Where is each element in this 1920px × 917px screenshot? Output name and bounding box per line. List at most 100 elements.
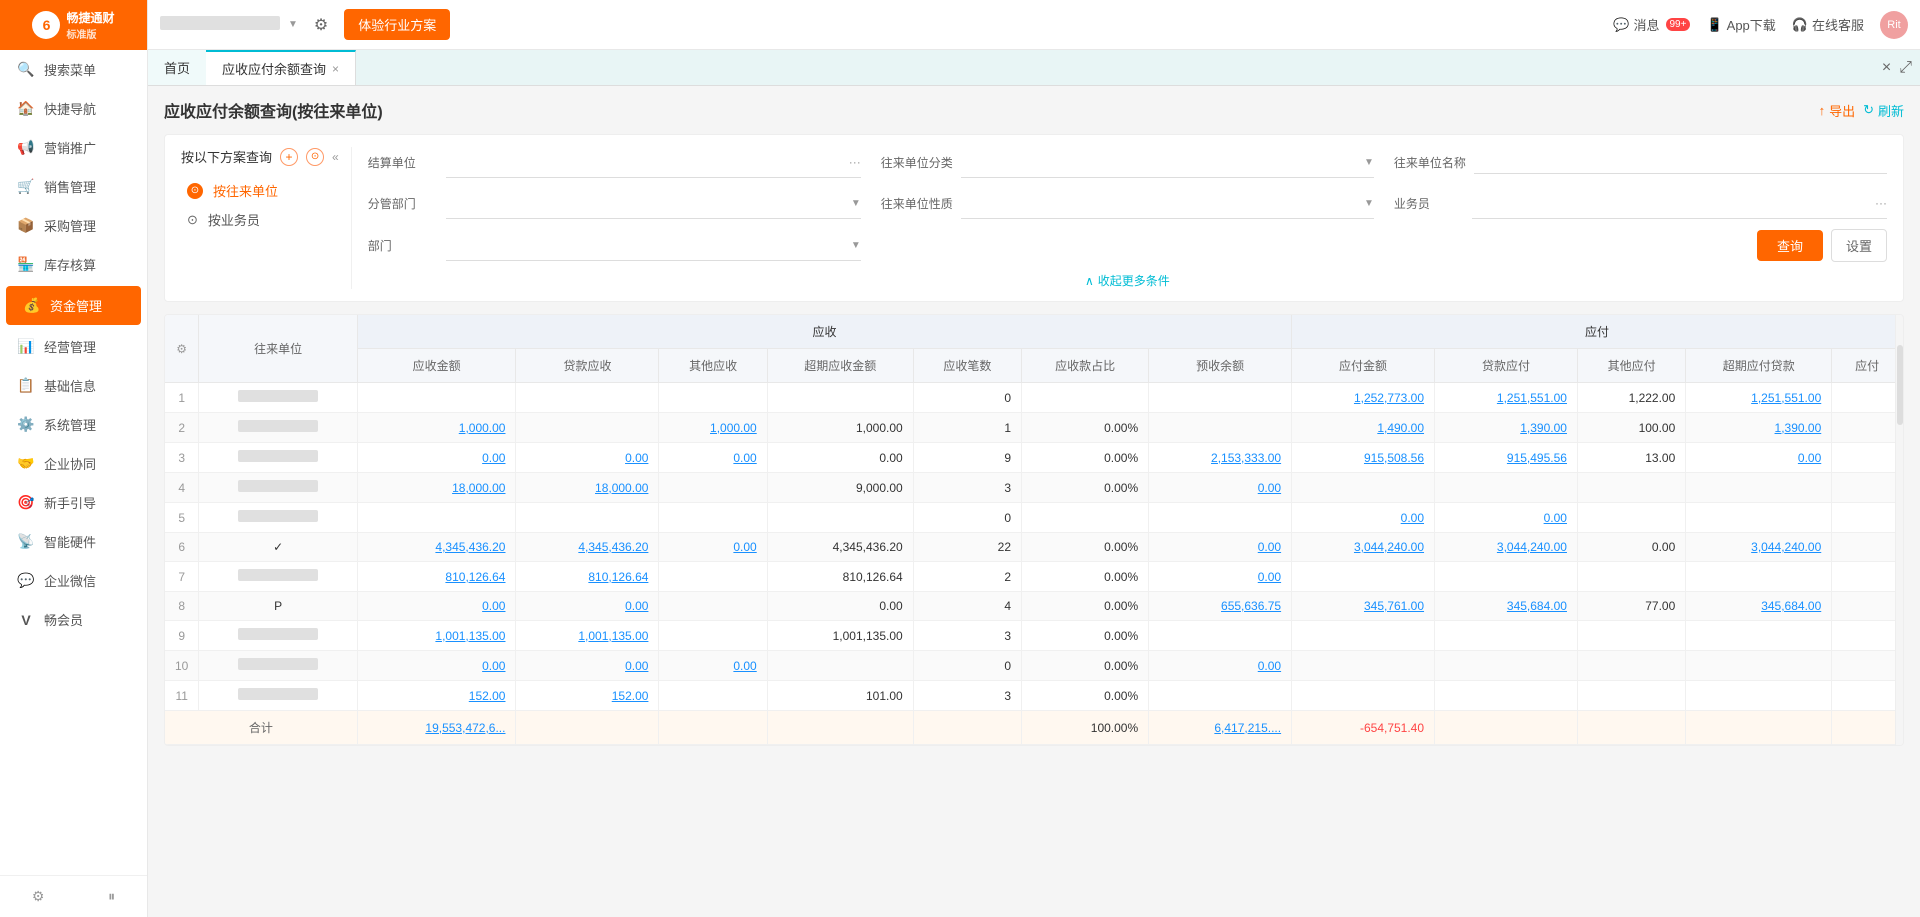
data-cell[interactable]: 0.00 [357,651,516,681]
sidebar-item-basicinfo[interactable]: 📋 基础信息 [0,366,147,405]
unit-category-chevron[interactable]: ▼ [1364,157,1374,168]
unit-nature-chevron[interactable]: ▼ [1364,198,1374,209]
user-profile[interactable]: Rit [1880,11,1908,39]
sidebar-settings-btn[interactable]: ⚙ [24,884,53,909]
data-cell[interactable]: 1,252,773.00 [1292,383,1435,413]
data-cell[interactable]: 1,251,551.00 [1686,383,1832,413]
sidebar-item-hardware[interactable]: 📡 智能硬件 [0,522,147,561]
data-cell[interactable]: 915,495.56 [1435,443,1578,473]
data-cell[interactable]: 1,001,135.00 [357,621,516,651]
tab-home[interactable]: 首页 [148,50,206,85]
data-cell[interactable]: 345,684.00 [1435,592,1578,621]
data-cell[interactable]: 3,044,240.00 [1435,533,1578,562]
filter-add-button[interactable]: + [280,148,298,166]
sidebar-item-enterprise[interactable]: 🤝 企业协同 [0,444,147,483]
filter-collapse-icon[interactable]: « [332,150,339,164]
data-cell[interactable] [659,473,767,503]
sidebar-collapse-btn[interactable]: ⏸ [100,884,123,909]
data-cell[interactable]: 0.00 [1435,503,1578,533]
gear-icon[interactable]: ⚙ [314,15,328,35]
sidebar-item-system[interactable]: ⚙️ 系统管理 [0,405,147,444]
sidebar-item-marketing[interactable]: 📢 营销推广 [0,128,147,167]
scrollbar-thumb[interactable] [1897,345,1903,425]
data-cell[interactable]: 18,000.00 [516,473,659,503]
data-cell[interactable] [659,621,767,651]
data-cell[interactable]: 0.00 [357,592,516,621]
tab-close-icon[interactable]: × [332,62,339,76]
salesperson-field[interactable] [1472,192,1875,214]
data-cell[interactable] [1686,503,1832,533]
window-maximize-icon[interactable]: ⤢ [1899,59,1912,77]
data-cell[interactable] [357,383,516,413]
data-cell[interactable] [357,503,516,533]
settlement-unit-dots[interactable]: ··· [849,155,861,169]
data-cell[interactable] [1292,651,1435,681]
data-cell[interactable]: 345,684.00 [1686,592,1832,621]
data-cell[interactable] [516,503,659,533]
data-cell[interactable] [1435,621,1578,651]
department-select[interactable]: ▼ [446,230,861,261]
data-cell[interactable]: 1,390.00 [1686,413,1832,443]
tab-active[interactable]: 应收应付余额查询 × [206,50,356,85]
unit-nature-select[interactable]: ▼ [961,188,1374,219]
data-cell[interactable] [1435,681,1578,711]
data-cell[interactable]: 1,001,135.00 [516,621,659,651]
data-cell[interactable] [659,681,767,711]
unit-category-field[interactable] [961,151,1364,173]
data-cell[interactable] [1149,413,1292,443]
data-cell[interactable]: 810,126.64 [516,562,659,592]
sidebar-item-member[interactable]: V 畅会员 [0,600,147,639]
department-chevron[interactable]: ▼ [851,240,861,251]
sidebar-item-operations[interactable]: 📊 经营管理 [0,327,147,366]
data-cell[interactable] [1149,621,1292,651]
data-cell[interactable]: 152.00 [357,681,516,711]
data-cell[interactable]: 4,345,436.20 [357,533,516,562]
settings-button[interactable]: 设置 [1831,229,1887,262]
scrollbar-track[interactable] [1895,315,1903,745]
data-cell[interactable]: 0.00 [1149,473,1292,503]
data-cell[interactable] [1149,503,1292,533]
filter-settings-icon[interactable]: ⊙ [306,148,324,166]
dept-select[interactable]: ▼ [446,188,861,219]
salesperson-dots[interactable]: ··· [1875,196,1887,210]
data-cell[interactable] [1435,562,1578,592]
sidebar-item-purchase[interactable]: 📦 采购管理 [0,206,147,245]
data-cell[interactable] [1686,562,1832,592]
export-button[interactable]: ↑ 导出 [1819,101,1856,120]
salesperson-select[interactable]: ··· [1472,188,1887,219]
data-cell[interactable]: 0.00 [659,443,767,473]
data-cell[interactable]: 0.00 [659,533,767,562]
sidebar-item-sales[interactable]: 🛒 销售管理 [0,167,147,206]
data-cell[interactable]: 0.00 [1292,503,1435,533]
data-cell[interactable]: 1,251,551.00 [1435,383,1578,413]
data-cell[interactable] [1292,473,1435,503]
app-download-btn[interactable]: 📱 App下载 [1706,15,1775,34]
data-cell[interactable]: 915,508.56 [1292,443,1435,473]
settlement-unit-field[interactable] [446,151,849,173]
dept-field[interactable] [446,192,851,214]
data-cell[interactable]: 1,490.00 [1292,413,1435,443]
data-cell[interactable] [659,503,767,533]
data-cell[interactable]: 810,126.64 [357,562,516,592]
data-cell[interactable]: 0.00 [1686,443,1832,473]
data-cell[interactable]: 2,153,333.00 [1149,443,1292,473]
collapse-button[interactable]: ∧ 收起更多条件 [1085,272,1170,289]
scheme-by-unit[interactable]: ⊙ 按往来单位 [181,178,339,203]
table-settings-icon[interactable]: ⚙ [176,342,187,356]
data-cell[interactable] [659,592,767,621]
data-cell[interactable]: 0.00 [659,651,767,681]
data-cell[interactable]: 18,000.00 [357,473,516,503]
sidebar-item-wechat[interactable]: 💬 企业微信 [0,561,147,600]
data-cell[interactable]: 3,044,240.00 [1686,533,1832,562]
data-cell[interactable]: 3,044,240.00 [1292,533,1435,562]
scheme-by-employee[interactable]: ⊙ 按业务员 [181,207,339,232]
data-cell[interactable]: 1,000.00 [357,413,516,443]
data-cell[interactable] [1292,621,1435,651]
online-service-btn[interactable]: 🎧 在线客服 [1792,15,1864,34]
data-cell[interactable] [1292,562,1435,592]
sidebar-item-newbie[interactable]: 🎯 新手引导 [0,483,147,522]
data-cell[interactable] [1686,651,1832,681]
data-cell[interactable]: 1,000.00 [659,413,767,443]
data-cell[interactable]: 0.00 [516,592,659,621]
unit-category-select[interactable]: ▼ [961,147,1374,178]
